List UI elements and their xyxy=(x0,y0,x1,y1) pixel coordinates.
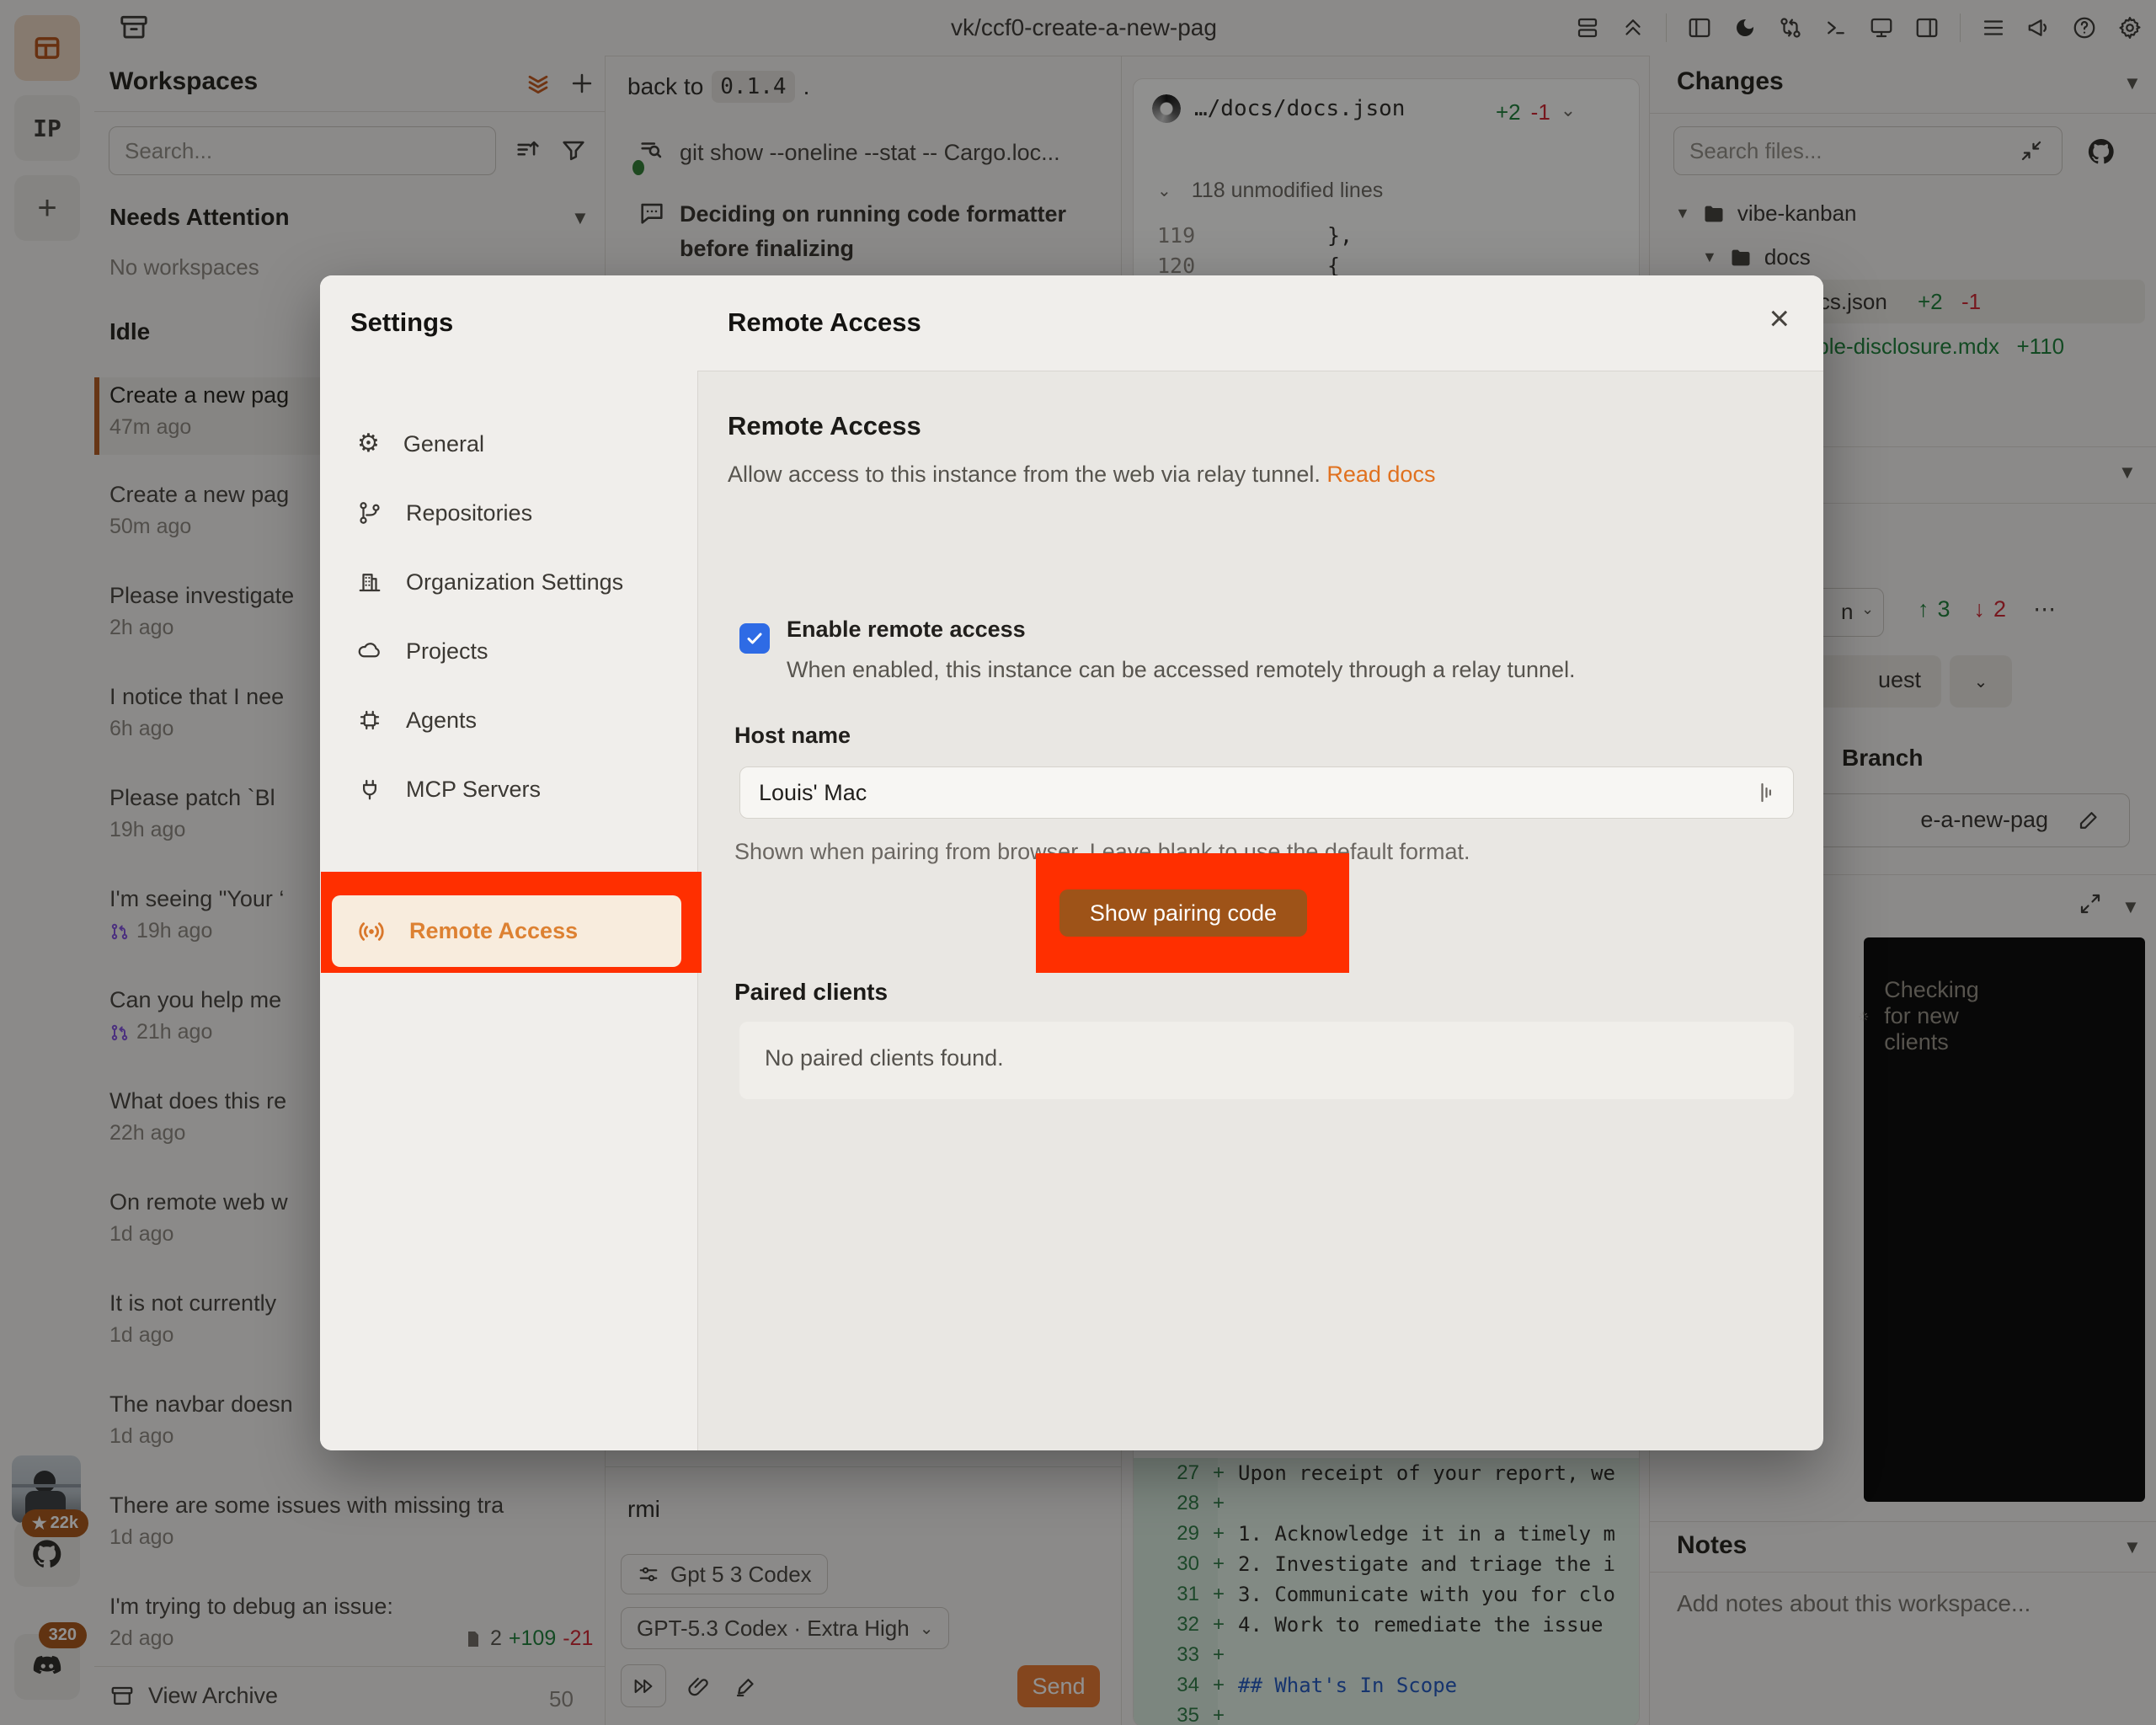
paired-clients-empty-box: No paired clients found. xyxy=(739,1022,1794,1099)
modal-header: Settings Remote Access × xyxy=(320,275,1823,371)
checkbox-help: When enabled, this instance can be acces… xyxy=(787,657,1576,683)
close-icon[interactable]: × xyxy=(1769,301,1790,336)
gear-icon: ⚙ xyxy=(357,431,380,457)
plug-icon xyxy=(357,777,382,802)
nav-item-agents[interactable]: Agents xyxy=(332,686,681,755)
broadcast-icon xyxy=(357,917,386,946)
checking-clients-status: Checking for new clients xyxy=(1858,977,1993,1055)
settings-modal: Settings Remote Access × ⚙ General Repos… xyxy=(320,275,1823,1450)
paired-clients-label: Paired clients xyxy=(734,979,888,1006)
app-screen: IP + ★ 22k 320 xyxy=(0,0,2156,1725)
modal-nav: ⚙ General Repositories Organization Sett… xyxy=(320,371,698,1450)
nav-item-projects[interactable]: Projects xyxy=(332,617,681,686)
nav-item-general[interactable]: ⚙ General xyxy=(332,409,681,478)
check-icon xyxy=(744,628,765,649)
building-icon xyxy=(357,569,382,595)
nav-item-organization-settings[interactable]: Organization Settings xyxy=(332,547,681,617)
chip-icon xyxy=(357,708,382,733)
checkbox-label[interactable]: Enable remote access xyxy=(787,617,1026,643)
host-name-input[interactable] xyxy=(739,766,1794,819)
nav-item-repositories[interactable]: Repositories xyxy=(332,478,681,547)
nav-item-remote-access[interactable]: Remote Access xyxy=(332,895,681,967)
read-docs-link[interactable]: Read docs xyxy=(1326,462,1435,487)
show-pairing-code-button[interactable]: Show pairing code xyxy=(1059,889,1307,937)
text-cursor-icon xyxy=(1752,780,1777,805)
content-heading: Remote Access xyxy=(728,411,921,441)
cloud-icon xyxy=(357,638,382,664)
nav-item-mcp-servers[interactable]: MCP Servers xyxy=(332,755,681,824)
git-branch-icon xyxy=(357,500,382,526)
modal-panel-title: Remote Access xyxy=(728,307,921,338)
content-description: Allow access to this instance from the w… xyxy=(728,462,1435,488)
enable-remote-access-checkbox[interactable] xyxy=(739,623,770,654)
modal-title: Settings xyxy=(350,307,453,338)
host-name-label: Host name xyxy=(734,723,851,749)
spinner-icon xyxy=(1858,1004,1869,1029)
modal-content: Remote Access Allow access to this insta… xyxy=(697,371,1823,1450)
